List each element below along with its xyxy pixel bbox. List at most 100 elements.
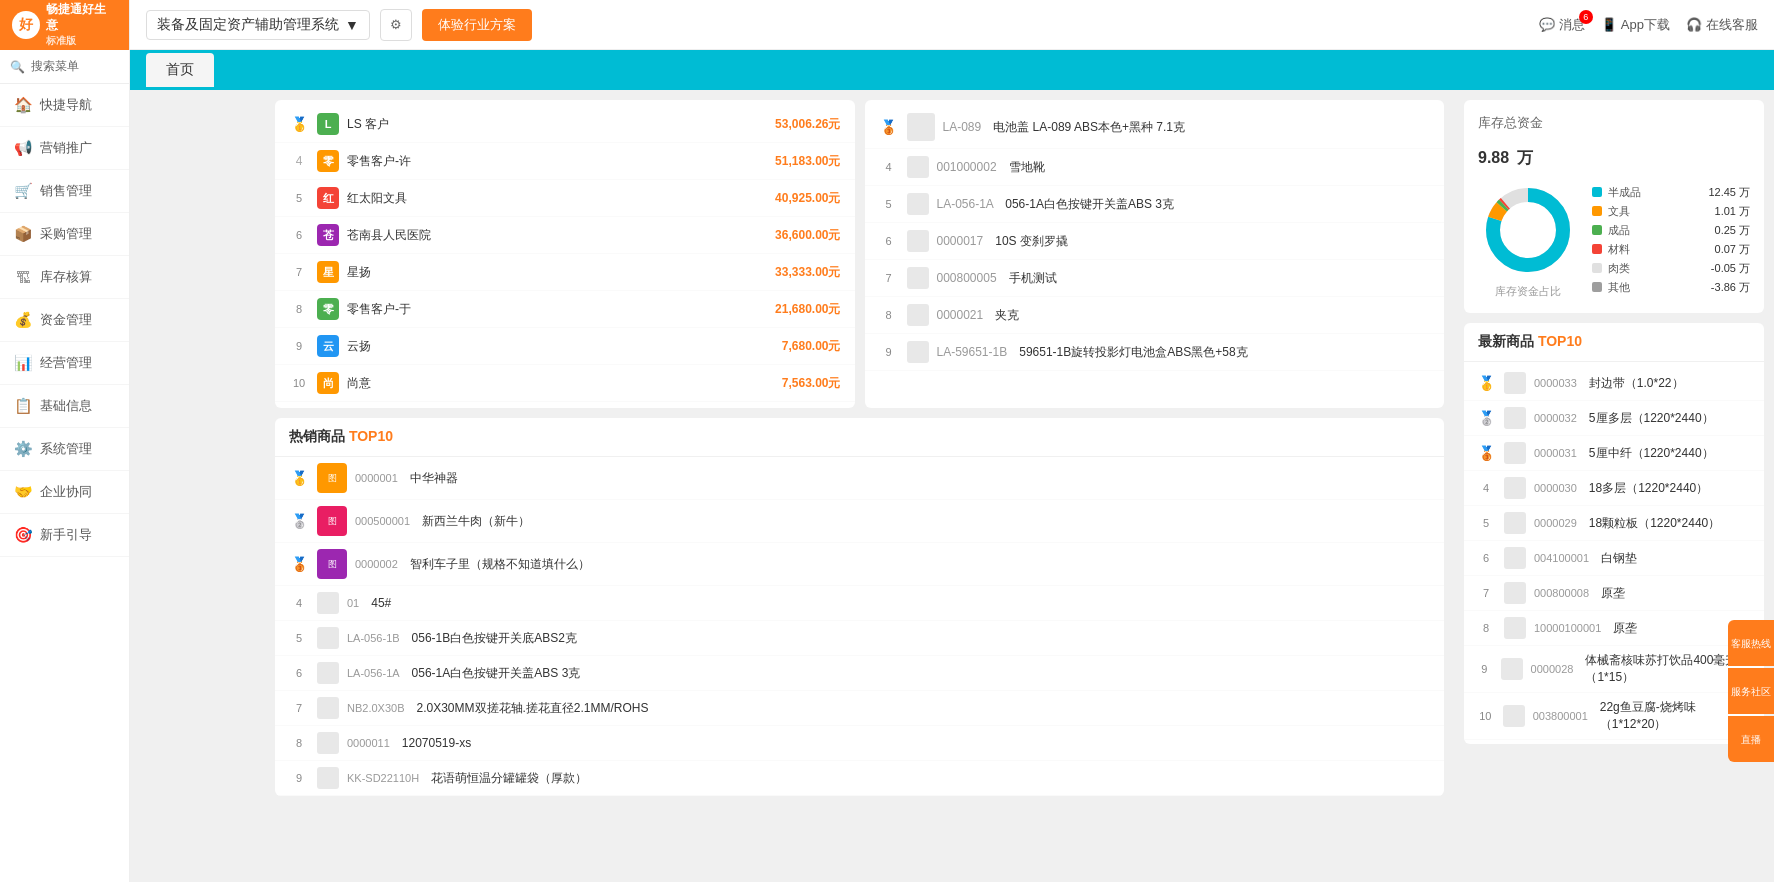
gold-medal-icon: 🥇 <box>289 114 309 134</box>
sidebar: 好 畅捷通好生意 标准版 🔍 搜索菜单 🏠 快捷导航 📢 营销推广 🛒 销售管理… <box>0 0 130 882</box>
customer-avatar: 云 <box>317 335 339 357</box>
online-service-btn[interactable]: 🎧 在线客服 <box>1686 16 1758 34</box>
rank-num: 5 <box>879 198 899 210</box>
product-thumb <box>907 193 929 215</box>
float-live-btn[interactable]: 直播 <box>1728 716 1774 762</box>
rank-num: 7 <box>879 272 899 284</box>
hot-product-item: 8 0000011 12070519-xs <box>275 726 1444 761</box>
rank-num: 6 <box>289 667 309 679</box>
sidebar-item-operations[interactable]: 📊 经营管理 <box>0 342 129 385</box>
product-thumb <box>907 156 929 178</box>
new-products-title: 最新商品 TOP10 <box>1464 323 1764 362</box>
product-code: LA-056-1B <box>347 632 400 644</box>
top-header: 装备及固定资产辅助管理系统 ▼ ⚙ 体验行业方案 💬 消息 6 📱 App下载 … <box>130 0 1774 50</box>
customer-rank-list: 🥇 L LS 客户 53,006.26元 4 零 零售客户-许 51,183.0… <box>275 100 855 408</box>
product-sale-rank-item: 6 0000017 10S 变刹罗撬 <box>865 223 1445 260</box>
message-badge: 6 <box>1579 10 1593 24</box>
product-sale-rank-item: 9 LA-59651-1B 59651-1B旋转投影灯电池盒ABS黑色+58克 <box>865 334 1445 371</box>
sidebar-item-purchase[interactable]: 📦 采购管理 <box>0 213 129 256</box>
hot-product-item: 4 01 45# <box>275 586 1444 621</box>
money-icon: 💰 <box>14 311 32 329</box>
trial-button[interactable]: 体验行业方案 <box>422 9 532 41</box>
legend-item-other: 其他 -3.86 万 <box>1592 280 1750 295</box>
product-thumbnail <box>317 662 339 684</box>
tab-home[interactable]: 首页 <box>146 53 214 87</box>
np-code: 003800001 <box>1533 710 1588 722</box>
sidebar-item-cooperation[interactable]: 🤝 企业协同 <box>0 471 129 514</box>
sidebar-item-label: 企业协同 <box>40 483 92 501</box>
chart-icon: 📊 <box>14 354 32 372</box>
info-icon: 📋 <box>14 397 32 415</box>
float-service-btn[interactable]: 客服热线 <box>1728 620 1774 666</box>
sidebar-item-finance[interactable]: 💰 资金管理 <box>0 299 129 342</box>
legend-color-dot <box>1592 282 1602 292</box>
logo-icon: 好 <box>12 11 40 39</box>
np-name: 原垄 <box>1601 585 1625 602</box>
inventory-legend: 半成品 12.45 万 文具 1.01 万 成品 0.25 万 <box>1592 185 1750 295</box>
np-name: 18多层（1220*2440） <box>1589 480 1708 497</box>
product-code: 0000002 <box>355 558 398 570</box>
product-code: LA-056-1A <box>347 667 400 679</box>
sidebar-item-label: 资金管理 <box>40 311 92 329</box>
customer-value: 36,600.00元 <box>775 227 840 244</box>
sidebar-item-guide[interactable]: 🎯 新手引导 <box>0 514 129 557</box>
sidebar-item-quick-nav[interactable]: 🏠 快捷导航 <box>0 84 129 127</box>
new-product-item: 8 10000100001 原垄 <box>1464 611 1764 646</box>
hot-product-item: 6 LA-056-1A 056-1A白色按键开关盖ABS 3克 <box>275 656 1444 691</box>
product-thumb <box>907 267 929 289</box>
hot-products-list: 🥇 图 0000001 中华神器 🥈 图 000500001 新西兰牛肉（新牛）… <box>275 457 1444 796</box>
sidebar-item-sales[interactable]: 🛒 销售管理 <box>0 170 129 213</box>
search-menu[interactable]: 🔍 搜索菜单 <box>0 50 129 84</box>
left-space <box>130 90 265 882</box>
system-selector[interactable]: 装备及固定资产辅助管理系统 ▼ <box>146 10 370 40</box>
product-sale-rank-list: 🥉 LA-089 电池盖 LA-089 ABS本色+黑种 7.1克 4 0010… <box>865 100 1445 377</box>
product-sale-rank-item: 4 001000002 雪地靴 <box>865 149 1445 186</box>
legend-color-dot <box>1592 244 1602 254</box>
rank-num: 9 <box>289 772 309 784</box>
product-sale-name: 0000021 夹克 <box>937 307 1431 324</box>
sidebar-item-marketing[interactable]: 📢 营销推广 <box>0 127 129 170</box>
product-code: 01 <box>347 597 359 609</box>
product-thumb <box>907 341 929 363</box>
new-product-item: 4 0000030 18多层（1220*2440） <box>1464 471 1764 506</box>
hot-product-item: 5 LA-056-1B 056-1B白色按键开关底ABS2克 <box>275 621 1444 656</box>
rank7-icon: 9 <box>289 336 309 356</box>
legend-color-dot <box>1592 187 1602 197</box>
legend-item-finished: 成品 0.25 万 <box>1592 223 1750 238</box>
app-download-btn[interactable]: 📱 App下载 <box>1601 16 1670 34</box>
sidebar-item-basic-info[interactable]: 📋 基础信息 <box>0 385 129 428</box>
product-name: 12070519-xs <box>402 736 471 750</box>
product-sale-name: 001000002 雪地靴 <box>937 159 1431 176</box>
np-name: 18颗粒板（1220*2440） <box>1589 515 1720 532</box>
sidebar-item-system[interactable]: ⚙️ 系统管理 <box>0 428 129 471</box>
new-product-item: 5 0000029 18颗粒板（1220*2440） <box>1464 506 1764 541</box>
message-btn[interactable]: 💬 消息 6 <box>1539 16 1585 34</box>
guide-icon: 🎯 <box>14 526 32 544</box>
rank-num: 7 <box>1476 587 1496 599</box>
customer-rank-item: 10 尚 尚意 7,563.00元 <box>275 365 855 402</box>
np-code: 0000029 <box>1534 517 1577 529</box>
customer-rank-item: 7 星 星扬 33,333.00元 <box>275 254 855 291</box>
sidebar-item-label: 采购管理 <box>40 225 92 243</box>
settings-button[interactable]: ⚙ <box>380 9 412 41</box>
np-thumb <box>1504 372 1526 394</box>
product-sale-name: LA-59651-1B 59651-1B旋转投影灯电池盒ABS黑色+58克 <box>937 344 1431 361</box>
bronze-medal-icon: 🥉 <box>1476 443 1496 463</box>
inventory-card: 库存总资金 9.88 万 <box>1464 100 1764 313</box>
gold-medal-icon: 🥇 <box>289 468 309 488</box>
product-code: 0000001 <box>355 472 398 484</box>
box-icon: 📦 <box>14 225 32 243</box>
inventory-chart: 库存资金占比 半成品 12.45 万 文具 1.01 万 <box>1478 180 1750 299</box>
product-code: 000500001 <box>355 515 410 527</box>
product-thumbnail <box>317 592 339 614</box>
bronze-medal-icon: 5 <box>289 188 309 208</box>
customer-name: 尚意 <box>347 375 774 392</box>
float-service: 客服热线 服务社区 直播 <box>1728 620 1774 762</box>
sidebar-item-label: 经营管理 <box>40 354 92 372</box>
rank-num: 10 <box>1476 710 1495 722</box>
sidebar-item-inventory[interactable]: 🏗 库存核算 <box>0 256 129 299</box>
np-thumb <box>1501 658 1523 680</box>
customer-value: 40,925.00元 <box>775 190 840 207</box>
settings-icon: ⚙️ <box>14 440 32 458</box>
float-community-btn[interactable]: 服务社区 <box>1728 668 1774 714</box>
